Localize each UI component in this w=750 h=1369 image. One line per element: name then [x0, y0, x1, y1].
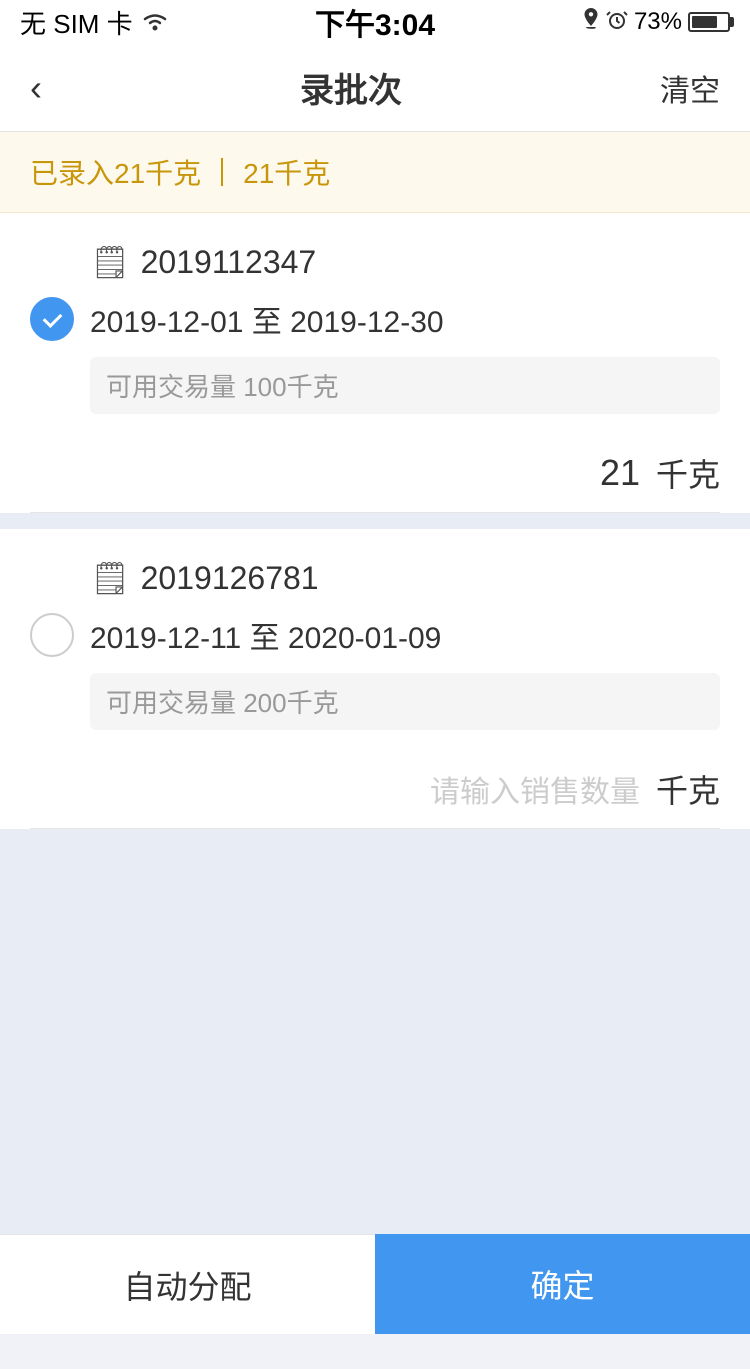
batch-1-id: 2019112347 [141, 244, 317, 281]
time-display: 下午3:04 [315, 0, 435, 44]
carrier-text: 无 SIM 卡 [20, 4, 133, 41]
battery-percent: 73% [634, 8, 682, 36]
batch-2-radio[interactable] [30, 613, 74, 657]
batch-1-available: 可用交易量 100千克 [90, 357, 720, 414]
batch-2-id: 2019126781 [141, 560, 319, 597]
battery-icon [688, 12, 730, 32]
batch-1-date: 2019-12-01 至 2019-12-30 [90, 297, 444, 341]
clear-button[interactable]: 清空 [660, 66, 720, 110]
batch-1-date-row[interactable]: 2019-12-01 至 2019-12-30 [30, 297, 720, 341]
total-amount: 21千克 [243, 152, 330, 192]
batch-1-header: 🗒 2019112347 [90, 243, 720, 281]
batch-1-radio[interactable] [30, 297, 74, 341]
batch-1-value[interactable]: 21 [600, 452, 640, 494]
section-divider [0, 513, 750, 529]
recorded-amount: 已录入21千克 [30, 152, 201, 192]
summary-divider [221, 158, 223, 186]
wifi-icon [141, 7, 169, 38]
batch-2-qty-row: 可用交易量 200千克 [90, 673, 720, 730]
confirm-button[interactable]: 确定 [375, 1234, 750, 1334]
batch-1-icon: 🗒 [90, 243, 131, 281]
batch-2-date-row[interactable]: 2019-12-11 至 2020-01-09 [30, 613, 720, 657]
batch-2-placeholder: 请输入销售数量 [430, 767, 640, 811]
auto-distribute-button[interactable]: 自动分配 [0, 1234, 375, 1334]
status-left: 无 SIM 卡 [20, 4, 169, 41]
batch-2-available: 可用交易量 200千克 [90, 673, 720, 730]
alarm-icon [606, 8, 628, 37]
back-button[interactable]: ‹ [30, 70, 42, 106]
bottom-bar: 自动分配 确定 [0, 1234, 750, 1334]
batch-1-qty-row: 可用交易量 100千克 [90, 357, 720, 414]
batch-2-date: 2019-12-11 至 2020-01-09 [90, 613, 441, 657]
batch-card-2: 🗒 2019126781 2019-12-11 至 2020-01-09 可用交… [0, 529, 750, 829]
page-title: 录批次 [300, 63, 402, 112]
summary-banner: 已录入21千克 21千克 [0, 132, 750, 213]
batch-2-unit: 千克 [656, 766, 720, 812]
nav-bar: ‹ 录批次 清空 [0, 44, 750, 132]
status-right: 73% [582, 8, 730, 37]
batch-1-unit: 千克 [656, 450, 720, 496]
empty-area [0, 829, 750, 1269]
batch-1-input-row: 21 千克 [30, 434, 720, 513]
batch-card-1: 🗒 2019112347 2019-12-01 至 2019-12-30 可用交… [0, 213, 750, 513]
batch-2-header: 🗒 2019126781 [90, 559, 720, 597]
location-icon [582, 8, 600, 37]
batch-2-input-row[interactable]: 请输入销售数量 千克 [30, 750, 720, 829]
time-text: 下午3:04 [315, 9, 435, 42]
status-bar: 无 SIM 卡 下午3:04 73% [0, 0, 750, 44]
batch-2-icon: 🗒 [90, 559, 131, 597]
